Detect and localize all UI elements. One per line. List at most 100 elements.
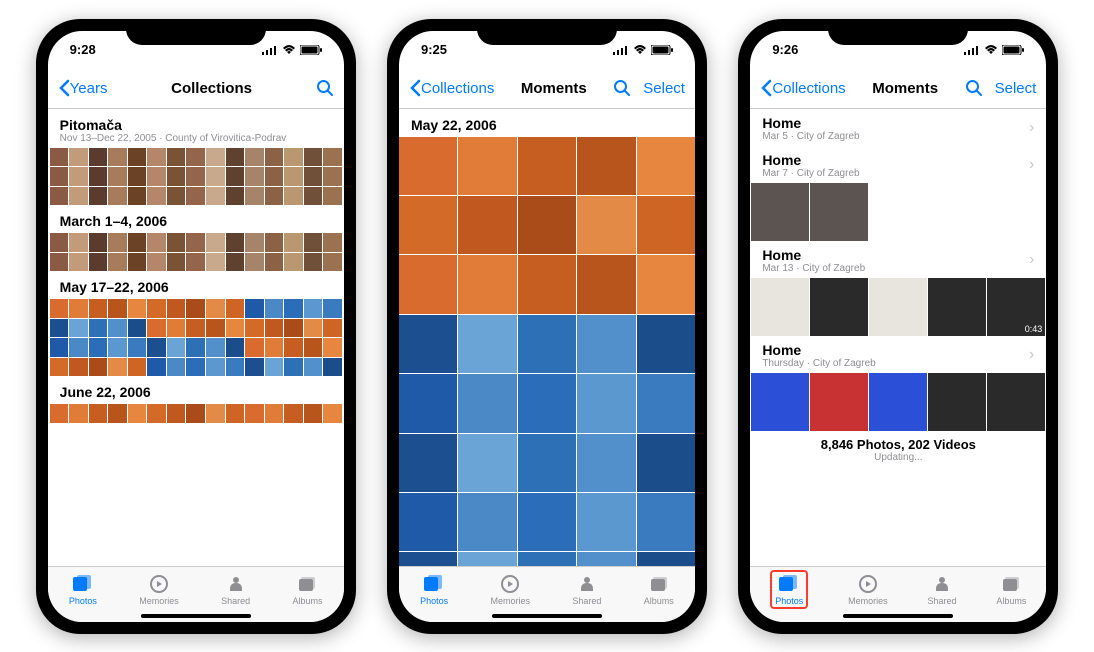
photo-thumb[interactable] <box>284 233 303 252</box>
photo-thumb[interactable] <box>89 233 108 252</box>
photo-thumb[interactable] <box>89 187 108 206</box>
photo-thumb[interactable] <box>518 374 576 432</box>
photo-thumb[interactable] <box>186 338 205 357</box>
photo-thumb[interactable] <box>186 253 205 272</box>
photo-thumb[interactable] <box>265 358 284 377</box>
photo-thumb[interactable] <box>458 315 516 373</box>
photo-thumb[interactable] <box>50 299 69 318</box>
photo-thumb[interactable] <box>577 434 635 492</box>
collection-header[interactable]: March 1–4, 2006 <box>48 205 344 233</box>
photo-thumb[interactable] <box>518 255 576 313</box>
photo-thumb[interactable] <box>108 404 127 423</box>
photo-thumb[interactable] <box>186 319 205 338</box>
photo-thumb[interactable] <box>206 233 225 252</box>
photo-thumb[interactable] <box>284 167 303 186</box>
photo-thumb[interactable] <box>323 404 342 423</box>
photo-thumb[interactable] <box>304 299 323 318</box>
photo-thumb[interactable] <box>206 148 225 167</box>
photo-thumb[interactable] <box>577 315 635 373</box>
photo-thumb[interactable] <box>869 373 927 431</box>
photo-thumb[interactable] <box>108 338 127 357</box>
photo-thumb[interactable] <box>869 278 927 336</box>
photo-thumb[interactable] <box>304 187 323 206</box>
photo-thumb[interactable] <box>50 167 69 186</box>
photo-thumb[interactable] <box>928 278 986 336</box>
photo-thumb[interactable] <box>89 167 108 186</box>
photo-thumb[interactable] <box>458 196 516 254</box>
select-button[interactable]: Select <box>995 80 1037 97</box>
photo-thumb[interactable] <box>147 319 166 338</box>
content[interactable]: May 22, 2006 <box>399 109 695 566</box>
photo-thumb[interactable] <box>186 148 205 167</box>
photo-thumb[interactable] <box>399 434 457 492</box>
photo-thumb[interactable] <box>167 233 186 252</box>
collection-header[interactable]: June 22, 2006 <box>48 376 344 404</box>
photo-thumb[interactable] <box>458 434 516 492</box>
photo-thumb[interactable] <box>265 187 284 206</box>
photo-thumb[interactable] <box>637 315 695 373</box>
photo-thumb[interactable] <box>518 552 576 565</box>
photo-thumb[interactable] <box>186 187 205 206</box>
photo-thumb[interactable] <box>458 137 516 195</box>
photo-thumb[interactable] <box>108 187 127 206</box>
photo-thumb[interactable] <box>577 493 635 551</box>
photo-thumb[interactable] <box>810 278 868 336</box>
photo-thumb[interactable] <box>226 319 245 338</box>
photo-thumb[interactable] <box>69 299 88 318</box>
photo-thumb[interactable] <box>226 338 245 357</box>
photo-thumb[interactable] <box>128 253 147 272</box>
photo-thumb[interactable] <box>637 196 695 254</box>
tab-memories[interactable]: Memories <box>139 573 179 606</box>
photo-thumb[interactable] <box>399 552 457 565</box>
photo-thumb[interactable] <box>147 167 166 186</box>
photo-thumb[interactable] <box>128 148 147 167</box>
photo-thumb[interactable] <box>89 358 108 377</box>
photo-thumb[interactable] <box>399 315 457 373</box>
photo-thumb[interactable] <box>50 233 69 252</box>
photo-thumb[interactable] <box>458 255 516 313</box>
photo-thumb[interactable] <box>577 196 635 254</box>
photo-thumb[interactable] <box>186 167 205 186</box>
photo-thumb[interactable] <box>284 148 303 167</box>
back-button[interactable]: Collections <box>409 79 494 97</box>
photo-thumb[interactable] <box>206 253 225 272</box>
photo-thumb[interactable] <box>304 253 323 272</box>
photo-thumb[interactable] <box>186 404 205 423</box>
photo-thumb[interactable] <box>128 404 147 423</box>
photo-thumb[interactable] <box>304 148 323 167</box>
photo-thumb[interactable] <box>186 299 205 318</box>
back-button[interactable]: Collections <box>760 79 845 97</box>
photo-thumb[interactable] <box>108 253 127 272</box>
photo-thumb[interactable] <box>108 167 127 186</box>
collection-header[interactable]: PitomačaNov 13–Dec 22, 2005 · County of … <box>48 109 344 148</box>
photo-thumb[interactable] <box>304 167 323 186</box>
home-indicator[interactable] <box>141 614 251 618</box>
photo-thumb[interactable] <box>128 299 147 318</box>
photo-thumb[interactable] <box>245 404 264 423</box>
search-icon[interactable] <box>613 79 631 97</box>
photo-thumb[interactable] <box>265 319 284 338</box>
home-indicator[interactable] <box>492 614 602 618</box>
photo-thumb[interactable] <box>206 167 225 186</box>
photo-thumb[interactable] <box>167 187 186 206</box>
photo-thumb[interactable] <box>399 137 457 195</box>
photo-thumb[interactable] <box>323 319 342 338</box>
tab-shared[interactable]: Shared <box>572 573 601 606</box>
moment-header[interactable]: HomeThursday · City of Zagreb› <box>750 336 1046 373</box>
photo-thumb[interactable] <box>518 196 576 254</box>
photo-thumb[interactable] <box>751 278 809 336</box>
tab-memories[interactable]: Memories <box>491 573 531 606</box>
search-icon[interactable] <box>965 79 983 97</box>
photo-thumb[interactable] <box>245 187 264 206</box>
photo-thumb[interactable] <box>147 338 166 357</box>
tab-shared[interactable]: Shared <box>221 573 250 606</box>
photo-thumb[interactable] <box>637 434 695 492</box>
photo-thumb[interactable] <box>928 373 986 431</box>
photo-thumb[interactable] <box>89 319 108 338</box>
photo-thumb[interactable] <box>147 148 166 167</box>
photo-thumb[interactable] <box>637 374 695 432</box>
photo-thumb[interactable] <box>323 299 342 318</box>
photo-thumb[interactable] <box>399 493 457 551</box>
tab-photos[interactable]: Photos <box>420 573 448 606</box>
photo-thumb[interactable] <box>265 404 284 423</box>
